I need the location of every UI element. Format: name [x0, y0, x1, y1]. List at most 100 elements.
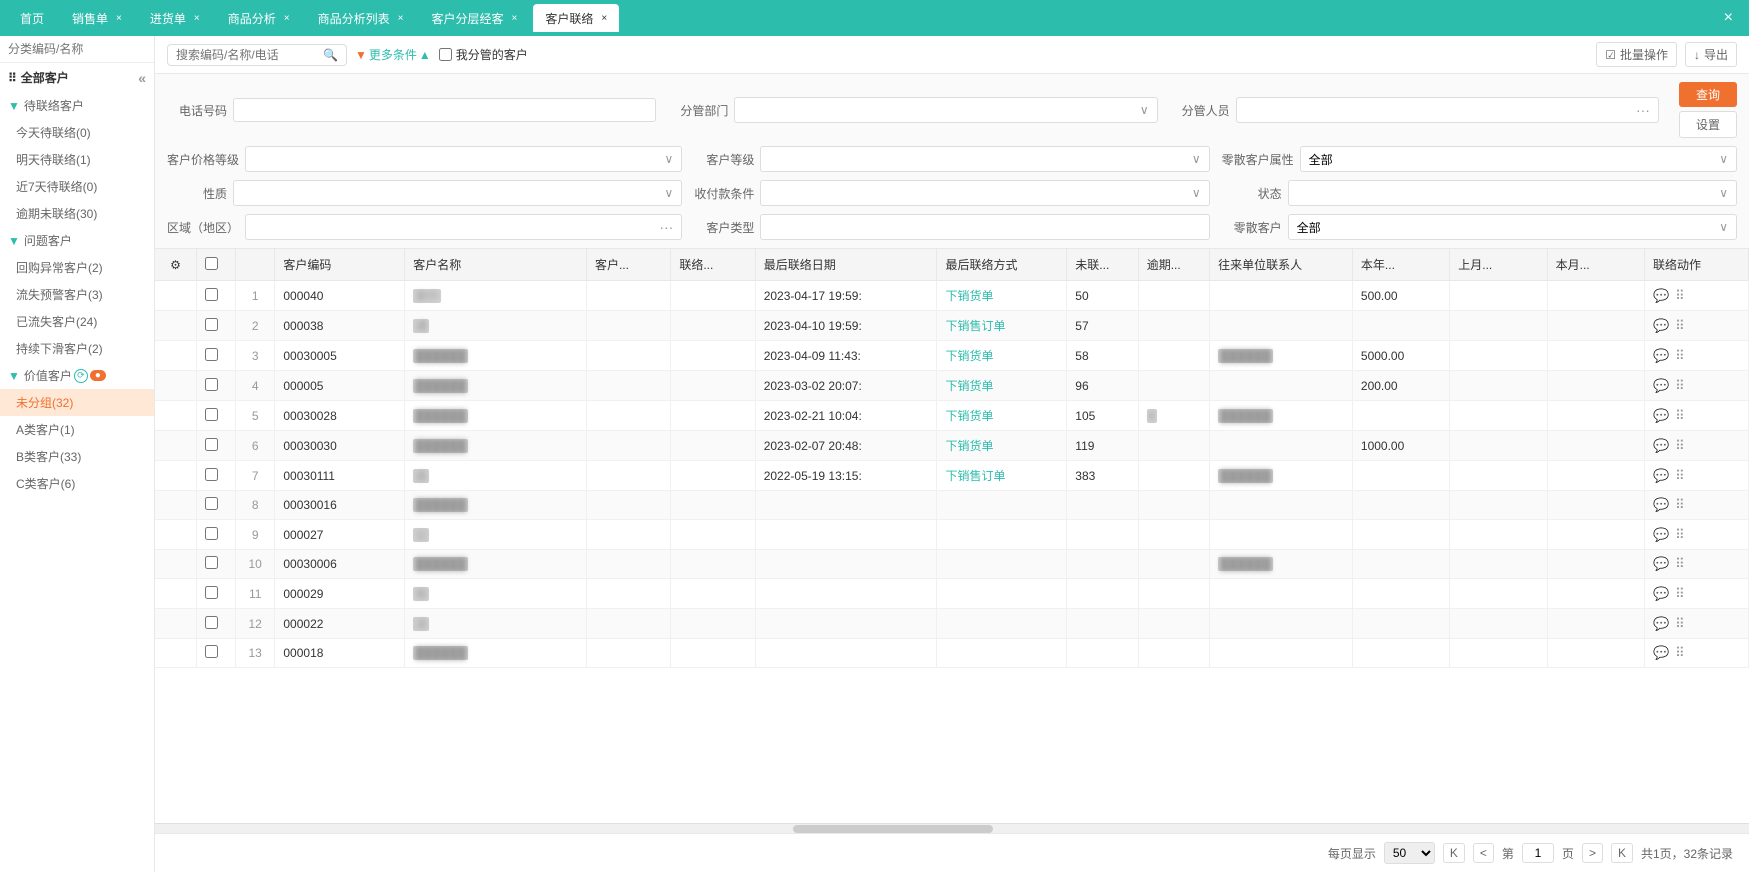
sidebar-item-ungroup[interactable]: 未分组(32) — [0, 389, 154, 416]
cell-checkbox[interactable] — [197, 401, 236, 431]
sidebar-item-lost[interactable]: 已流失客户(24) — [0, 308, 154, 335]
price-level-select[interactable]: ∨ — [245, 146, 682, 172]
status-select[interactable]: ∨ — [1288, 180, 1737, 206]
contact-method-link[interactable]: 下销货单 — [945, 379, 993, 393]
cell-checkbox[interactable] — [197, 371, 236, 401]
sidebar-item-declining[interactable]: 持续下滑客户(2) — [0, 335, 154, 362]
row-checkbox[interactable] — [205, 645, 218, 658]
value-refresh-icon[interactable]: ⟳ — [74, 369, 88, 383]
horizontal-scrollbar[interactable] — [155, 823, 1749, 833]
cell-checkbox[interactable] — [197, 491, 236, 520]
sidebar-item-week-pending[interactable]: 近7天待联络(0) — [0, 173, 154, 200]
sidebar-item-today-pending[interactable]: 今天待联络(0) — [0, 119, 154, 146]
row-checkbox[interactable] — [205, 348, 218, 361]
grid-icon[interactable]: ⠿ — [1675, 288, 1685, 304]
cell-checkbox[interactable] — [197, 461, 236, 491]
th-this-month[interactable]: 本月... — [1547, 249, 1644, 281]
sidebar-item-tomorrow-pending[interactable]: 明天待联络(1) — [0, 146, 154, 173]
close-window-btn[interactable]: × — [1716, 9, 1741, 27]
sidebar-item-class-c[interactable]: C类客户(6) — [0, 470, 154, 497]
last-page-btn[interactable]: K — [1611, 843, 1633, 863]
all-customers-header[interactable]: ⠿ 全部客户 « — [0, 63, 154, 92]
my-customers-check[interactable] — [439, 48, 452, 61]
chat-icon[interactable]: 💬 — [1653, 408, 1669, 424]
grid-icon[interactable]: ⠿ — [1675, 318, 1685, 334]
row-checkbox[interactable] — [205, 318, 218, 331]
level-select[interactable]: ∨ — [760, 146, 1209, 172]
th-settings[interactable]: ⚙ — [155, 249, 197, 281]
th-overdue[interactable]: 逾期... — [1138, 249, 1209, 281]
tab-home[interactable]: 首页 — [8, 4, 56, 32]
chat-icon[interactable]: 💬 — [1653, 378, 1669, 394]
th-last-contact-method[interactable]: 最后联络方式 — [937, 249, 1067, 281]
th-last-month[interactable]: 上月... — [1450, 249, 1547, 281]
chat-icon[interactable]: 💬 — [1653, 497, 1669, 513]
row-checkbox[interactable] — [205, 556, 218, 569]
tab-customer-seg[interactable]: 客户分层经客 × — [419, 4, 529, 32]
sidebar-collapse-icon[interactable]: « — [138, 70, 146, 86]
tab-sales[interactable]: 销售单 × — [60, 4, 134, 32]
close-sales-icon[interactable]: × — [116, 13, 122, 24]
contact-method-link[interactable]: 下销售订单 — [945, 319, 1005, 333]
chat-icon[interactable]: 💬 — [1653, 527, 1669, 543]
close-analysis-list-icon[interactable]: × — [398, 13, 404, 24]
th-contact[interactable]: 联络... — [671, 249, 755, 281]
region-select[interactable]: ··· — [245, 214, 682, 240]
chat-icon[interactable]: 💬 — [1653, 645, 1669, 661]
region-dots-icon[interactable]: ··· — [659, 219, 673, 235]
prev-page-btn[interactable]: < — [1473, 843, 1494, 863]
cell-checkbox[interactable] — [197, 281, 236, 311]
row-checkbox[interactable] — [205, 288, 218, 301]
sidebar-search-input[interactable] — [8, 42, 155, 56]
th-partner-contact[interactable]: 往来单位联系人 — [1210, 249, 1353, 281]
cell-checkbox[interactable] — [197, 311, 236, 341]
chat-icon[interactable]: 💬 — [1653, 616, 1669, 632]
grid-icon[interactable]: ⠿ — [1675, 527, 1685, 543]
cell-checkbox[interactable] — [197, 341, 236, 371]
row-checkbox[interactable] — [205, 527, 218, 540]
reset-btn[interactable]: 设置 — [1679, 111, 1737, 138]
cell-checkbox[interactable] — [197, 431, 236, 461]
cell-checkbox[interactable] — [197, 639, 236, 668]
cell-checkbox[interactable] — [197, 520, 236, 550]
grid-icon[interactable]: ⠿ — [1675, 468, 1685, 484]
query-btn[interactable]: 查询 — [1679, 82, 1737, 107]
th-type[interactable]: 客户... — [586, 249, 670, 281]
chat-icon[interactable]: 💬 — [1653, 586, 1669, 602]
row-checkbox[interactable] — [205, 497, 218, 510]
contact-method-link[interactable]: 下销货单 — [945, 409, 993, 423]
batch-op-btn[interactable]: ☑ 批量操作 — [1596, 42, 1677, 67]
sidebar-item-abnormal[interactable]: 回购异常客户(2) — [0, 254, 154, 281]
tab-analysis-list[interactable]: 商品分析列表 × — [306, 4, 416, 32]
grid-icon[interactable]: ⠿ — [1675, 348, 1685, 364]
grid-icon[interactable]: ⠿ — [1675, 556, 1685, 572]
close-analysis-icon[interactable]: × — [284, 13, 290, 24]
row-checkbox[interactable] — [205, 438, 218, 451]
page-size-select[interactable]: 50 20 100 — [1384, 842, 1435, 864]
th-code[interactable]: 客户编码 — [275, 249, 405, 281]
sidebar-item-churn-warning[interactable]: 流失预警客户(3) — [0, 281, 154, 308]
phone-input[interactable] — [233, 98, 656, 122]
th-no-contact[interactable]: 未联... — [1067, 249, 1138, 281]
search-icon[interactable]: 🔍 — [323, 48, 338, 62]
retail-attr-select[interactable]: 全部 ∨ — [1300, 146, 1737, 172]
my-customers-checkbox[interactable]: 我分管的客户 — [439, 46, 528, 63]
chat-icon[interactable]: 💬 — [1653, 468, 1669, 484]
row-checkbox[interactable] — [205, 616, 218, 629]
retail-customer-select[interactable]: 全部 ∨ — [1288, 214, 1737, 240]
manager-select[interactable]: ··· — [1236, 97, 1659, 123]
dept-select[interactable]: ∨ — [734, 97, 1157, 123]
row-checkbox[interactable] — [205, 378, 218, 391]
th-checkbox[interactable] — [197, 249, 236, 281]
th-last-contact-date[interactable]: 最后联络日期 — [755, 249, 937, 281]
contact-method-link[interactable]: 下销售订单 — [945, 469, 1005, 483]
search-input[interactable] — [176, 48, 319, 62]
chat-icon[interactable]: 💬 — [1653, 556, 1669, 572]
th-name[interactable]: 客户名称 — [405, 249, 587, 281]
scrollbar-thumb[interactable] — [793, 825, 993, 833]
grid-icon[interactable]: ⠿ — [1675, 645, 1685, 661]
contact-method-link[interactable]: 下销货单 — [945, 439, 993, 453]
cell-checkbox[interactable] — [197, 609, 236, 639]
chat-icon[interactable]: 💬 — [1653, 348, 1669, 364]
close-purchase-icon[interactable]: × — [194, 13, 200, 24]
